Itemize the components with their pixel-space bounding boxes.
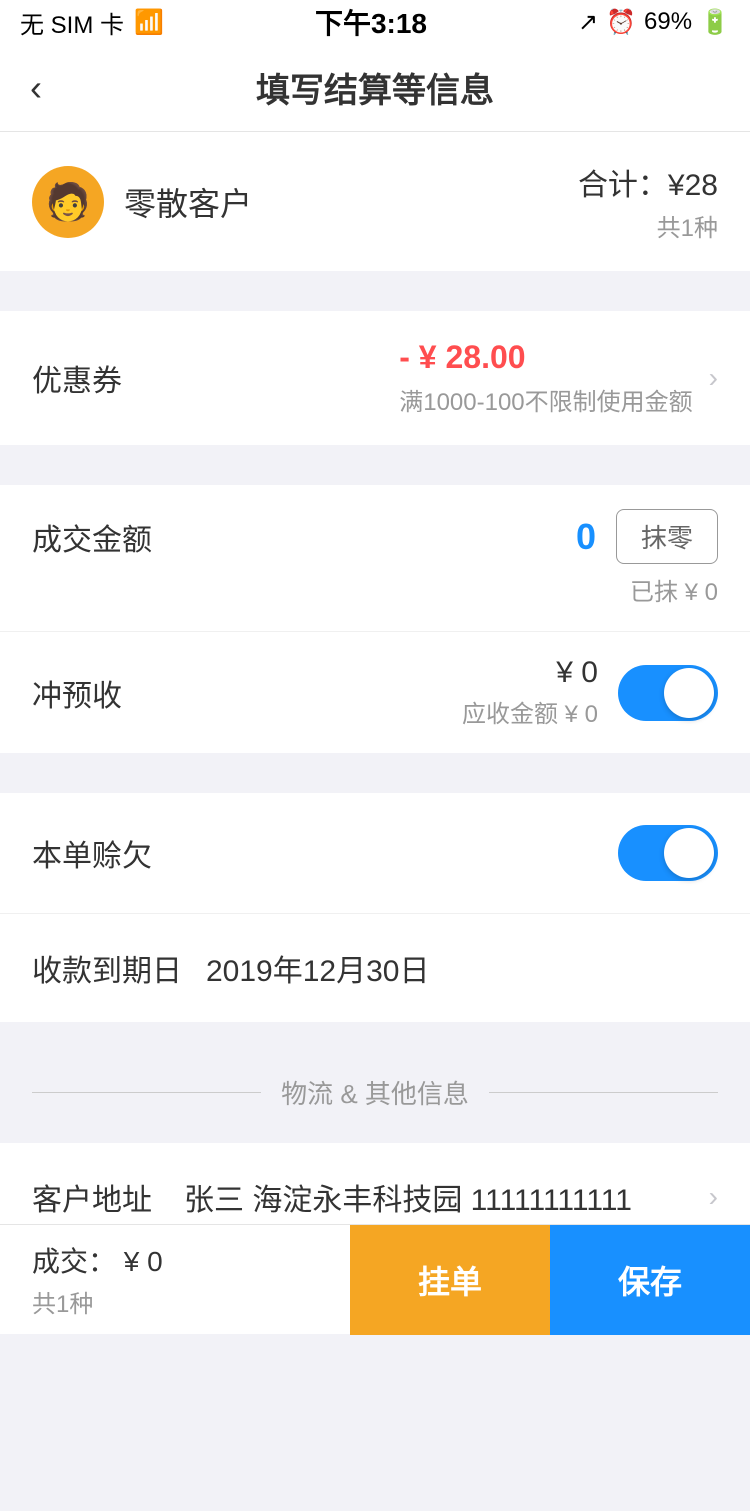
debt-row: 本单赊欠 — [0, 793, 750, 914]
bottom-count-label: 共1种 — [32, 1284, 318, 1319]
total-count: 共1种 — [578, 208, 718, 243]
address-label: 客户地址 — [32, 1175, 152, 1219]
transaction-right: 0 抹零 — [576, 509, 718, 564]
divider-line-left — [32, 1092, 261, 1093]
status-right: ↗ ⏰ 69% 🔋 — [578, 8, 730, 37]
bottom-info: 成交： ¥ 0 共1种 — [0, 1240, 350, 1319]
customer-right: 合计：¥28 共1种 — [578, 160, 718, 243]
status-bar: 无 SIM 卡 📶 下午3:18 ↗ ⏰ 69% 🔋 — [0, 0, 750, 44]
coupon-label: 优惠券 — [32, 356, 122, 400]
charge-top: 冲预收 ¥ 0 应收金额 ¥ 0 — [32, 656, 718, 729]
save-button[interactable]: 保存 — [550, 1225, 750, 1335]
charge-label: 冲预收 — [32, 671, 122, 715]
divider-text: 物流 & 其他信息 — [281, 1074, 469, 1111]
customer-row: 🧑 零散客户 合计：¥28 共1种 — [0, 132, 750, 271]
carrier-label: 无 SIM 卡 — [20, 5, 124, 40]
divider-line-right — [489, 1092, 718, 1093]
avatar: 🧑 — [32, 166, 104, 238]
debt-label: 本单赊欠 — [32, 831, 152, 875]
logistics-divider: 物流 & 其他信息 — [0, 1042, 750, 1143]
back-button[interactable]: ‹ — [30, 67, 42, 109]
address-value: 张三 海淀永丰科技园 11111111111 — [184, 1175, 709, 1219]
debt-toggle[interactable] — [618, 825, 718, 881]
transaction-row: 成交金额 0 抹零 已抹 ¥ 0 — [0, 485, 750, 631]
hang-order-button[interactable]: 挂单 — [350, 1225, 550, 1335]
status-left: 无 SIM 卡 📶 — [20, 5, 164, 40]
customer-left: 🧑 零散客户 — [32, 166, 252, 238]
location-icon: ↗ — [578, 8, 598, 37]
transaction-sub: 已抹 ¥ 0 — [32, 572, 718, 607]
transaction-label: 成交金额 — [32, 515, 152, 559]
transaction-top: 成交金额 0 抹零 — [32, 509, 718, 564]
coupon-sub: 满1000-100不限制使用金额 — [399, 382, 692, 417]
transaction-amount: 0 — [576, 516, 596, 558]
coupon-right: - ¥ 28.00 满1000-100不限制使用金额 › — [399, 339, 718, 417]
battery-label: 69% — [644, 8, 692, 36]
battery-icon: 🔋 — [700, 8, 730, 37]
charge-right: ¥ 0 应收金额 ¥ 0 — [462, 656, 718, 729]
debt-section: 本单赊欠 收款到期日 2019年12月30日 — [0, 793, 750, 1022]
payment-section: 成交金额 0 抹零 已抹 ¥ 0 冲预收 ¥ 0 应收金额 ¥ 0 — [0, 485, 750, 753]
avatar-icon: 🧑 — [46, 181, 91, 223]
round-zero-button[interactable]: 抹零 — [616, 509, 718, 564]
nav-bar: ‹ 填写结算等信息 — [0, 44, 750, 132]
debt-toggle-knob — [664, 828, 714, 878]
coupon-value: - ¥ 28.00 — [399, 339, 692, 376]
page-title: 填写结算等信息 — [256, 63, 494, 112]
charge-values: ¥ 0 应收金额 ¥ 0 — [462, 656, 598, 729]
bottom-bar: 成交： ¥ 0 共1种 挂单 保存 — [0, 1224, 750, 1334]
alarm-icon: ⏰ — [606, 8, 636, 37]
charge-row: 冲预收 ¥ 0 应收金额 ¥ 0 — [0, 631, 750, 753]
time-label: 下午3:18 — [315, 2, 427, 42]
coupon-row[interactable]: 优惠券 - ¥ 28.00 满1000-100不限制使用金额 › — [0, 311, 750, 445]
coupon-chevron: › — [709, 362, 718, 394]
total-amount: 合计：¥28 — [578, 160, 718, 204]
wifi-icon: 📶 — [134, 8, 164, 37]
date-row: 收款到期日 2019年12月30日 — [0, 914, 750, 1022]
charge-toggle-knob — [664, 668, 714, 718]
charge-toggle[interactable] — [618, 665, 718, 721]
customer-name: 零散客户 — [124, 179, 252, 225]
customer-section: 🧑 零散客户 合计：¥28 共1种 — [0, 132, 750, 271]
due-date-value: 2019年12月30日 — [206, 946, 429, 990]
charge-main-value: ¥ 0 — [556, 656, 598, 690]
bottom-deal-label: 成交： ¥ 0 — [32, 1240, 318, 1280]
charge-sub-value: 应收金额 ¥ 0 — [462, 694, 598, 729]
due-date-label: 收款到期日 — [32, 946, 182, 990]
coupon-value-block: - ¥ 28.00 满1000-100不限制使用金额 — [399, 339, 692, 417]
address-chevron: › — [709, 1181, 718, 1213]
coupon-section[interactable]: 优惠券 - ¥ 28.00 满1000-100不限制使用金额 › — [0, 311, 750, 445]
